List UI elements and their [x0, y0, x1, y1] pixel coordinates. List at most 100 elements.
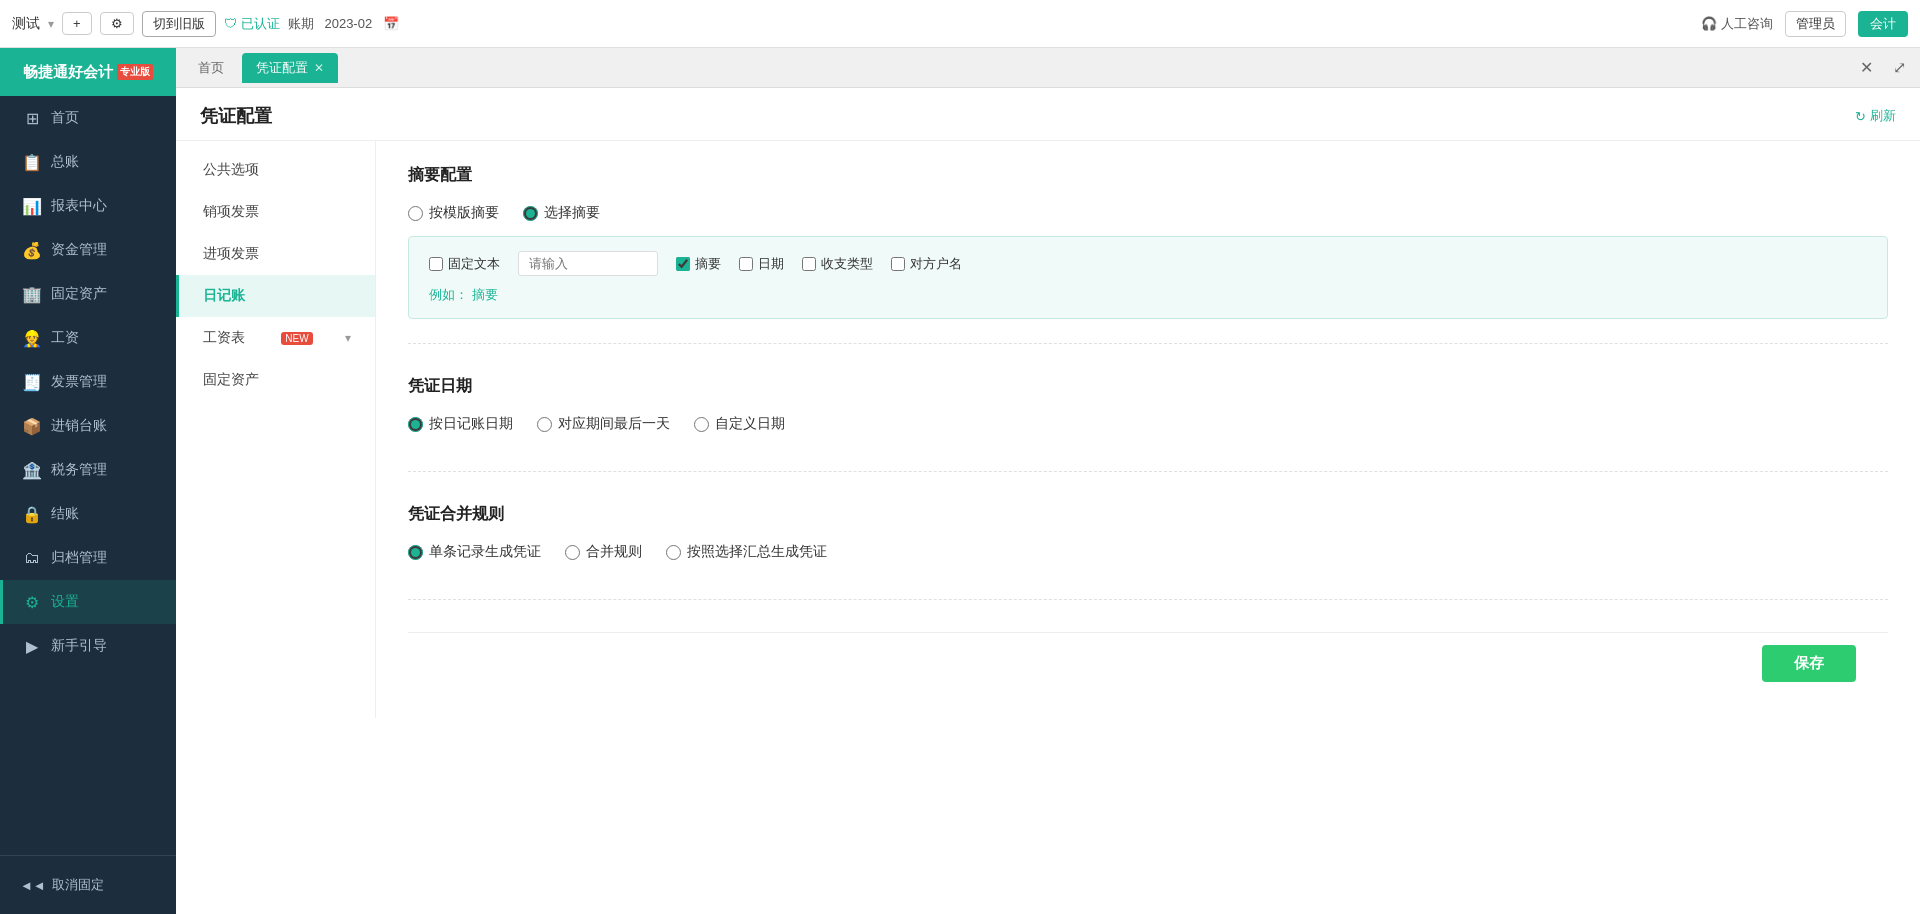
radio-journal-date[interactable]: 按日记账日期 [408, 415, 513, 433]
sidebar-item-reports[interactable]: 📊 报表中心 [0, 184, 176, 228]
radio-select-summary-input[interactable] [666, 545, 681, 560]
left-nav: 公共选项 销项发票 进项发票 日记账 工资表 NEW [176, 141, 376, 718]
counterparty-checkbox[interactable] [891, 257, 905, 271]
radio-select-summary[interactable]: 按照选择汇总生成凭证 [666, 543, 827, 561]
home-icon: ⊞ [23, 109, 41, 127]
income-type-label: 收支类型 [821, 255, 873, 273]
page-content: 凭证配置 ↻ 刷新 公共选项 销项发票 进项发票 [176, 88, 1920, 914]
sidebar-item-archive[interactable]: 🗂 归档管理 [0, 536, 176, 580]
accountant-button[interactable]: 会计 [1858, 11, 1908, 37]
save-bar: 保存 [408, 632, 1888, 694]
example-label: 例如： [429, 287, 468, 302]
tab-bar: 首页 凭证配置 ✕ ✕ ⤢ [176, 48, 1920, 88]
fixed-text-checkbox[interactable] [429, 257, 443, 271]
sidebar-item-tax[interactable]: 🏦 税务管理 [0, 448, 176, 492]
company-dropdown-icon[interactable]: ▾ [48, 17, 54, 31]
radio-merge-rule[interactable]: 合并规则 [565, 543, 642, 561]
radio-select-summary-label: 按照选择汇总生成凭证 [687, 543, 827, 561]
tab-close-all-button[interactable]: ✕ [1854, 56, 1879, 79]
nav-item-public[interactable]: 公共选项 [176, 149, 375, 191]
cancel-fixed-button[interactable]: ◄◄ 取消固定 [0, 866, 176, 904]
content-area: 首页 凭证配置 ✕ ✕ ⤢ 凭证配置 ↻ 刷新 [176, 48, 1920, 914]
tab-home[interactable]: 首页 [184, 53, 238, 83]
sidebar-item-payroll[interactable]: 👷 工资 [0, 316, 176, 360]
nav-item-payroll-table[interactable]: 工资表 NEW ▾ [176, 317, 375, 359]
ledger-icon: 📋 [23, 153, 41, 171]
radio-period-last[interactable]: 对应期间最后一天 [537, 415, 670, 433]
radio-single-label: 单条记录生成凭证 [429, 543, 541, 561]
sidebar-item-guide[interactable]: ▶ 新手引导 [0, 624, 176, 668]
period-value: 2023-02 [324, 16, 372, 31]
sidebar-item-ledger[interactable]: 📋 总账 [0, 140, 176, 184]
invoices-icon: 🧾 [23, 373, 41, 391]
radio-select-input[interactable] [523, 206, 538, 221]
date-checkbox[interactable] [739, 257, 753, 271]
top-bar: 测试 ▾ + ⚙ 切到旧版 🛡 已认证 账期 2023-02 📅 🎧 人工咨询 … [0, 0, 1920, 48]
date-label: 日期 [758, 255, 784, 273]
sidebar-item-home[interactable]: ⊞ 首页 [0, 96, 176, 140]
radio-period-last-input[interactable] [537, 417, 552, 432]
nav-item-sales-invoice[interactable]: 销项发票 [176, 191, 375, 233]
abstract-checkbox[interactable] [676, 257, 690, 271]
fixed-text-label: 固定文本 [448, 255, 500, 273]
add-button[interactable]: + [62, 12, 92, 35]
radio-template-summary[interactable]: 按模版摘要 [408, 204, 499, 222]
radio-single[interactable]: 单条记录生成凭证 [408, 543, 541, 561]
page-body: 公共选项 销项发票 进项发票 日记账 工资表 NEW [176, 141, 1920, 718]
radio-merge-rule-input[interactable] [565, 545, 580, 560]
sidebar-item-close[interactable]: 🔒 结账 [0, 492, 176, 536]
headset-icon: 🎧 [1701, 16, 1717, 31]
fixed-text-input[interactable] [518, 251, 658, 276]
nav-item-journal[interactable]: 日记账 [176, 275, 375, 317]
calendar-icon[interactable]: 📅 [383, 16, 399, 31]
right-panel: 摘要配置 按模版摘要 选择摘要 [376, 141, 1920, 718]
refresh-button[interactable]: ↻ 刷新 [1855, 107, 1896, 125]
save-button[interactable]: 保存 [1762, 645, 1856, 682]
sidebar-item-inventory[interactable]: 📦 进销台账 [0, 404, 176, 448]
radio-journal-date-label: 按日记账日期 [429, 415, 513, 433]
page-header: 凭证配置 ↻ 刷新 [176, 88, 1920, 141]
sidebar-item-assets[interactable]: 🏢 固定资产 [0, 272, 176, 316]
nav-label-journal: 日记账 [203, 287, 245, 303]
shield-icon: 🛡 [224, 16, 237, 31]
radio-select-summary[interactable]: 选择摘要 [523, 204, 600, 222]
radio-custom-date-input[interactable] [694, 417, 709, 432]
section-merge: 凭证合并规则 单条记录生成凭证 合并规则 [408, 504, 1888, 600]
manager-button[interactable]: 管理员 [1785, 11, 1846, 37]
section-title-merge: 凭证合并规则 [408, 504, 1888, 525]
section-date: 凭证日期 按日记账日期 对应期间最后一天 [408, 376, 1888, 472]
income-type-checkbox[interactable] [802, 257, 816, 271]
tab-close-icon[interactable]: ✕ [314, 61, 324, 75]
sidebar-label-archive: 归档管理 [51, 549, 107, 567]
consult-button[interactable]: 🎧 人工咨询 [1701, 15, 1773, 33]
funds-icon: 💰 [23, 241, 41, 259]
checkbox-abstract[interactable]: 摘要 [676, 255, 721, 273]
radio-journal-date-input[interactable] [408, 417, 423, 432]
nav-item-fixed-assets[interactable]: 固定资产 [176, 359, 375, 401]
merge-radio-group: 单条记录生成凭证 合并规则 按照选择汇总生成凭证 [408, 543, 1888, 561]
checkbox-fixed-text[interactable]: 固定文本 [429, 255, 500, 273]
tab-home-label: 首页 [198, 59, 224, 77]
tab-voucher-config[interactable]: 凭证配置 ✕ [242, 53, 338, 83]
date-radio-group: 按日记账日期 对应期间最后一天 自定义日期 [408, 415, 1888, 433]
sidebar-item-settings[interactable]: ⚙ 设置 [0, 580, 176, 624]
sidebar-item-invoices[interactable]: 🧾 发票管理 [0, 360, 176, 404]
tax-icon: 🏦 [23, 461, 41, 479]
radio-select-label: 选择摘要 [544, 204, 600, 222]
radio-template-input[interactable] [408, 206, 423, 221]
nav-item-purchase-invoice[interactable]: 进项发票 [176, 233, 375, 275]
settings-button[interactable]: ⚙ [100, 12, 134, 35]
summary-radio-group: 按模版摘要 选择摘要 [408, 204, 1888, 222]
switch-version-button[interactable]: 切到旧版 [142, 11, 216, 37]
checkbox-date[interactable]: 日期 [739, 255, 784, 273]
tab-expand-button[interactable]: ⤢ [1887, 56, 1912, 79]
radio-single-input[interactable] [408, 545, 423, 560]
sidebar-item-funds[interactable]: 💰 资金管理 [0, 228, 176, 272]
refresh-label: 刷新 [1870, 107, 1896, 125]
checkbox-income-type[interactable]: 收支类型 [802, 255, 873, 273]
refresh-icon: ↻ [1855, 109, 1866, 124]
sidebar-label-settings: 设置 [51, 593, 79, 611]
checkbox-counterparty[interactable]: 对方户名 [891, 255, 962, 273]
radio-custom-date[interactable]: 自定义日期 [694, 415, 785, 433]
example-text: 例如： 摘要 [429, 286, 1867, 304]
